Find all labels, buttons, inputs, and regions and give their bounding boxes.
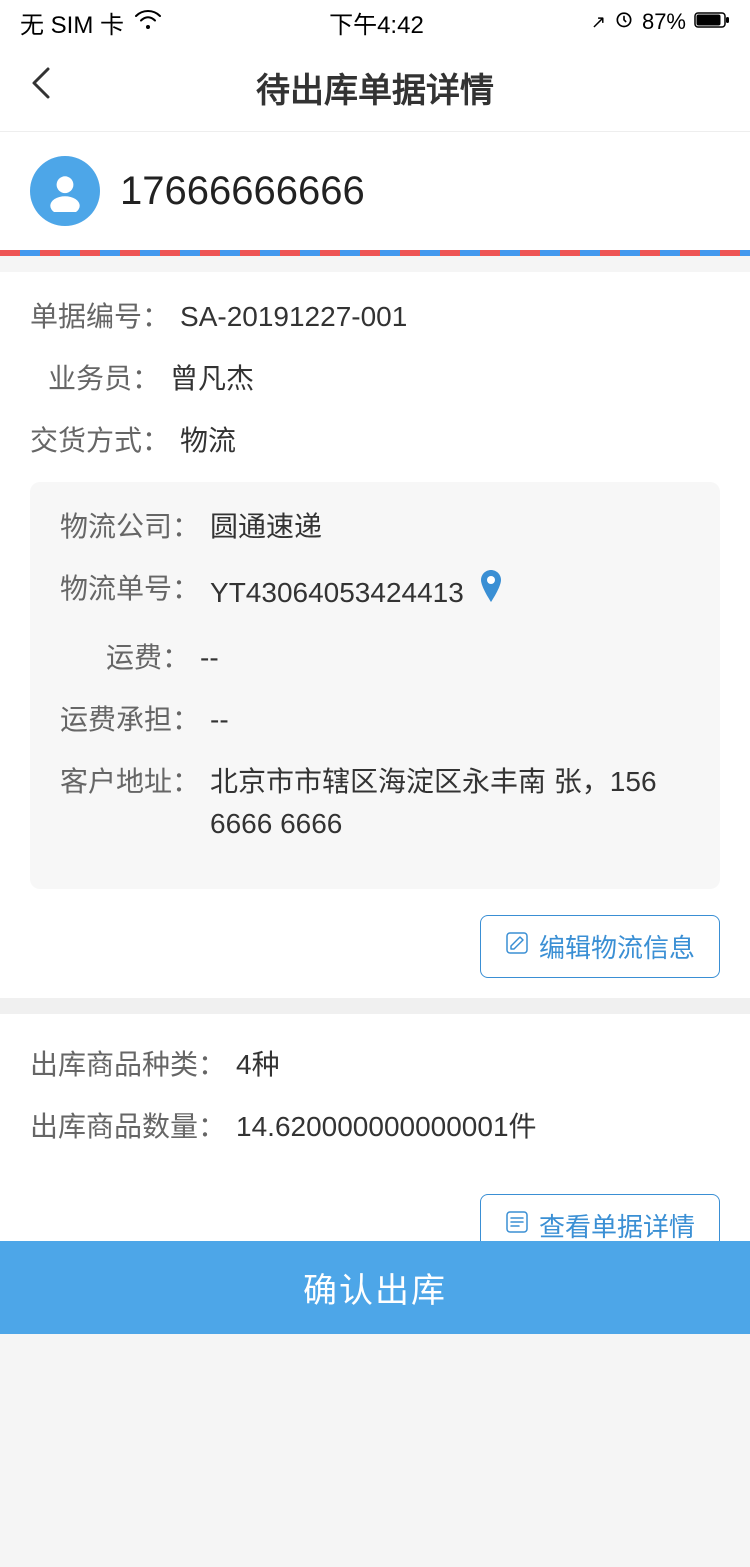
- detail-icon: [505, 1210, 529, 1241]
- tracking-row: 物流单号： YT43064053424413: [60, 568, 690, 617]
- wifi-icon: [134, 8, 162, 36]
- nav-bar: 待出库单据详情: [0, 44, 750, 132]
- address-row: 客户地址： 北京市市辖区海淀区永丰南 张，156 6666 6666: [60, 761, 690, 845]
- type-label: 出库商品种类：: [30, 1044, 236, 1086]
- address-label: 客户地址：: [60, 761, 210, 803]
- freight-value: --: [200, 637, 690, 679]
- agent-label: 业务员：: [30, 358, 170, 400]
- document-row: 单据编号： SA-20191227-001: [30, 296, 720, 338]
- company-label: 物流公司：: [60, 506, 210, 548]
- agent-name: 曾凡杰: [170, 358, 720, 400]
- quantity-row: 出库商品数量： 14.620000000000001件: [30, 1106, 720, 1148]
- tracking-number: YT43064053424413: [210, 568, 690, 617]
- address-value: 北京市市辖区海淀区永丰南 张，156 6666 6666: [210, 761, 690, 845]
- company-row: 物流公司： 圆通速递: [60, 506, 690, 548]
- location-status-icon: ↗: [591, 12, 606, 33]
- confirm-button-label: 确认出库: [303, 1272, 447, 1310]
- quantity-value: 14.620000000000001件: [236, 1106, 720, 1148]
- battery-text: 87%: [642, 9, 686, 35]
- logistics-box: 物流公司： 圆通速递 物流单号： YT43064053424413 运费：: [30, 482, 720, 889]
- customer-avatar: [30, 156, 100, 226]
- document-number: SA-20191227-001: [180, 296, 720, 338]
- company-name: 圆通速递: [210, 506, 690, 548]
- quantity-label: 出库商品数量：: [30, 1106, 236, 1148]
- edit-logistics-button[interactable]: 编辑物流信息: [480, 915, 720, 978]
- edit-action-row: 编辑物流信息: [0, 899, 750, 998]
- edit-button-label: 编辑物流信息: [539, 928, 695, 965]
- time-text: 下午4:42: [329, 5, 424, 40]
- alarm-icon: [614, 9, 634, 35]
- delivery-method: 物流: [180, 420, 720, 462]
- confirm-outbound-button[interactable]: 确认出库: [0, 1241, 750, 1334]
- carrier-text: 无 SIM 卡: [20, 5, 124, 40]
- freight-bearer-value: --: [210, 699, 690, 741]
- location-pin-icon[interactable]: [476, 568, 506, 617]
- tracking-label: 物流单号：: [60, 568, 210, 610]
- outbound-count-section: 出库商品种类： 4种 出库商品数量： 14.620000000000001件: [0, 1014, 750, 1178]
- delivery-row: 交货方式： 物流: [30, 420, 720, 462]
- freight-bearer-row: 运费承担： --: [60, 699, 690, 741]
- battery-icon: [694, 9, 730, 35]
- back-button[interactable]: [30, 65, 52, 110]
- freight-bearer-label: 运费承担：: [60, 699, 210, 741]
- dashed-divider: [0, 250, 750, 256]
- edit-icon: [505, 931, 529, 962]
- section-separator: [0, 998, 750, 1014]
- customer-phone: 17666666666: [120, 169, 365, 214]
- status-bar: 无 SIM 卡 下午4:42 ↗ 87%: [0, 0, 750, 44]
- agent-row: 业务员： 曾凡杰: [30, 358, 720, 400]
- type-row: 出库商品种类： 4种: [30, 1044, 720, 1086]
- delivery-label: 交货方式：: [30, 420, 180, 462]
- order-info-section: 单据编号： SA-20191227-001 业务员： 曾凡杰 交货方式： 物流 …: [0, 272, 750, 899]
- status-right: ↗ 87%: [591, 9, 730, 35]
- freight-label: 运费：: [60, 637, 200, 679]
- document-label: 单据编号：: [30, 296, 180, 338]
- customer-section: 17666666666: [0, 132, 750, 250]
- view-detail-label: 查看单据详情: [539, 1207, 695, 1244]
- type-value: 4种: [236, 1044, 720, 1086]
- freight-row: 运费： --: [60, 637, 690, 679]
- page-title: 待出库单据详情: [256, 63, 494, 112]
- status-left: 无 SIM 卡: [20, 5, 162, 40]
